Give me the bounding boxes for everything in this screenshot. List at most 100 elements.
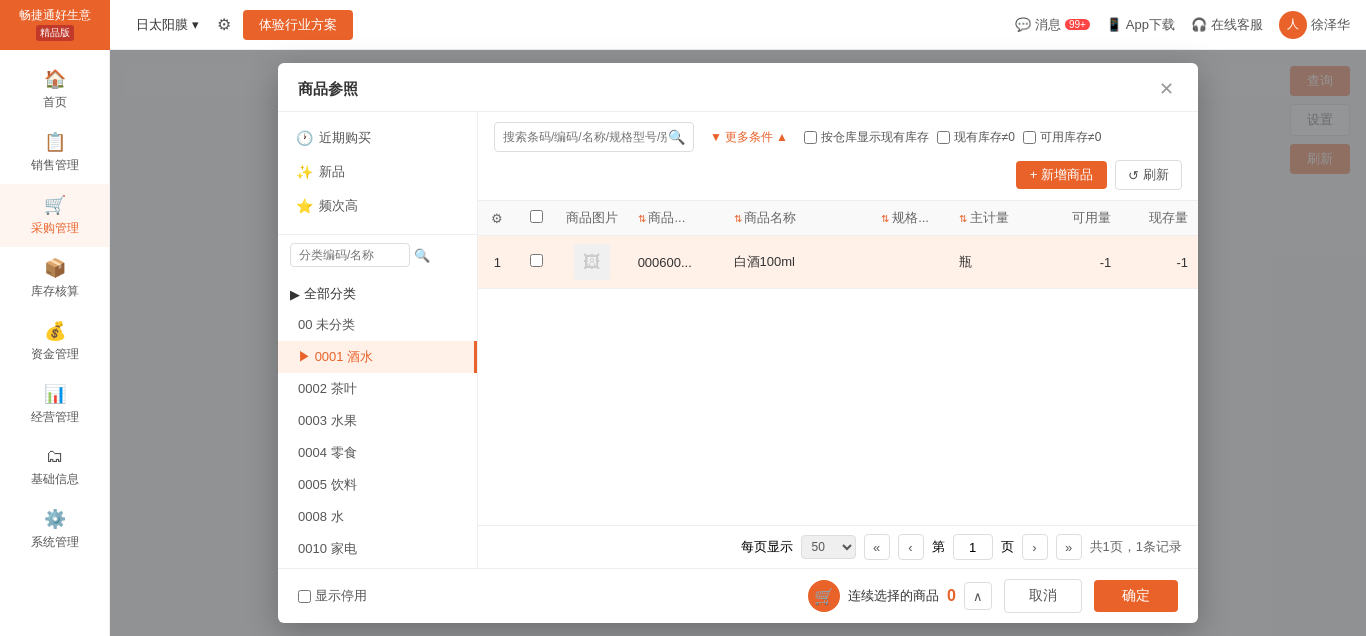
- sort-icon: ⇅: [959, 213, 970, 224]
- select-all-checkbox[interactable]: [530, 210, 543, 223]
- page-label: 第: [932, 538, 945, 556]
- category-label: 0005 饮料: [298, 477, 357, 492]
- all-categories-label: 全部分类: [304, 285, 356, 303]
- first-page-button[interactable]: «: [864, 534, 890, 560]
- chevron-down-icon: ▾: [192, 17, 199, 32]
- show-disabled-checkbox[interactable]: 显示停用: [298, 587, 367, 605]
- warehouse-display-input[interactable]: [804, 131, 817, 144]
- col-header-available[interactable]: 可用量: [1028, 201, 1122, 236]
- refresh-icon: ↺: [1128, 168, 1139, 183]
- left-nav-frequent[interactable]: ⭐ 频次高: [286, 190, 469, 222]
- add-product-button[interactable]: + 新增商品: [1016, 161, 1107, 189]
- category-list: ▶ 全部分类 00 未分类 ▶ 0001 酒水 0002 茶叶: [278, 279, 477, 558]
- sidebar-item-operations[interactable]: 📊 经营管理: [0, 373, 109, 436]
- col-header-img[interactable]: 商品图片: [556, 201, 628, 236]
- col-header-code[interactable]: ⇅ 商品...: [628, 201, 724, 236]
- user-item[interactable]: 人 徐泽华: [1279, 11, 1350, 39]
- category-tea[interactable]: 0002 茶叶: [278, 373, 477, 405]
- left-nav-new[interactable]: ✨ 新品: [286, 156, 469, 188]
- existing-stock-input[interactable]: [937, 131, 950, 144]
- next-page-button[interactable]: ›: [1022, 534, 1048, 560]
- left-nav: 🕐 近期购买 ✨ 新品 ⭐ 频次高: [278, 122, 477, 222]
- notifications-label: 消息: [1035, 16, 1061, 34]
- row-checkbox-cell[interactable]: [517, 236, 556, 289]
- category-alcohol[interactable]: ▶ 0001 酒水: [278, 341, 477, 373]
- col-header-checkbox[interactable]: [517, 201, 556, 236]
- col-header-name[interactable]: ⇅ 商品名称: [724, 201, 872, 236]
- available-stock-checkbox[interactable]: 可用库存≠0: [1023, 129, 1101, 146]
- gear-icon[interactable]: ⚙: [217, 15, 231, 34]
- sidebar-item-finance[interactable]: 💰 资金管理: [0, 310, 109, 373]
- cart-icon-button[interactable]: 🛒: [808, 580, 840, 612]
- sidebar-item-label: 销售管理: [31, 157, 79, 174]
- modal-header: 商品参照 ✕: [278, 63, 1198, 112]
- cancel-button[interactable]: 取消: [1004, 579, 1082, 613]
- product-table: ⚙ 商品图片 ⇅ 商品...: [478, 201, 1198, 289]
- sidebar-item-inventory[interactable]: 📦 库存核算: [0, 247, 109, 310]
- prev-page-button[interactable]: ‹: [898, 534, 924, 560]
- last-page-button[interactable]: »: [1056, 534, 1082, 560]
- category-fruit[interactable]: 0003 水果: [278, 405, 477, 437]
- table-row[interactable]: 1 🖼 000600... 白酒100ml: [478, 236, 1198, 289]
- category-label: 0002 茶叶: [298, 381, 357, 396]
- search-input[interactable]: [503, 130, 668, 144]
- page-number-input[interactable]: [953, 534, 993, 560]
- category-snack[interactable]: 0004 零食: [278, 437, 477, 469]
- left-nav-recent[interactable]: 🕐 近期购买: [286, 122, 469, 154]
- nav-right: 💬 消息 99+ 📱 App下载 🎧 在线客服 人 徐泽华: [1015, 11, 1350, 39]
- sidebar-item-home[interactable]: 🏠 首页: [0, 58, 109, 121]
- category-water[interactable]: 0008 水: [278, 501, 477, 533]
- row-available: -1: [1028, 236, 1122, 289]
- confirm-button[interactable]: 确定: [1094, 580, 1178, 612]
- all-categories-title[interactable]: ▶ 全部分类: [278, 279, 477, 309]
- sidebar-item-purchase[interactable]: 🛒 采购管理: [0, 184, 109, 247]
- notifications-item[interactable]: 💬 消息 99+: [1015, 16, 1090, 34]
- sidebar-item-sales[interactable]: 📋 销售管理: [0, 121, 109, 184]
- app-download-label: App下载: [1126, 16, 1175, 34]
- modal-close-button[interactable]: ✕: [1154, 77, 1178, 101]
- collapse-cart-button[interactable]: ∧: [964, 582, 992, 610]
- home-icon: 🏠: [44, 68, 66, 90]
- left-nav-frequent-label: 频次高: [319, 197, 358, 215]
- cart-area: 🛒 连续选择的商品 0 ∧: [808, 580, 992, 612]
- row-checkbox[interactable]: [530, 254, 543, 267]
- page-size-select[interactable]: 50 10 20 100: [801, 535, 856, 559]
- logo-area[interactable]: 畅捷通好生意 精品版: [0, 0, 110, 50]
- store-selector[interactable]: 日太阳膜 ▾: [126, 12, 209, 38]
- sidebar-item-basic-info[interactable]: 🗂 基础信息: [0, 436, 109, 498]
- col-unit-label: 主计量: [970, 210, 1009, 225]
- table-header-row: ⚙ 商品图片 ⇅ 商品...: [478, 201, 1198, 236]
- warehouse-display-checkbox[interactable]: 按仓库显示现有库存: [804, 129, 929, 146]
- toolbar-right: + 新增商品 ↺ 刷新: [1016, 160, 1182, 190]
- filter-button[interactable]: ▼ 更多条件 ▲: [702, 125, 796, 150]
- col-code-label: 商品...: [648, 210, 685, 225]
- category-search-input[interactable]: [290, 243, 410, 267]
- finance-icon: 💰: [44, 320, 66, 342]
- refresh-button[interactable]: ↺ 刷新: [1115, 160, 1182, 190]
- app-download-item[interactable]: 📱 App下载: [1106, 16, 1175, 34]
- col-header-unit[interactable]: ⇅ 主计量: [949, 201, 1027, 236]
- experience-button[interactable]: 体验行业方案: [243, 10, 353, 40]
- sidebar-item-system[interactable]: ⚙️ 系统管理: [0, 498, 109, 561]
- category-appliance[interactable]: 0010 家电: [278, 533, 477, 558]
- category-label: 0004 零食: [298, 445, 357, 460]
- category-label: 0008 水: [298, 509, 344, 524]
- left-panel-divider: [278, 234, 477, 235]
- customer-service-item[interactable]: 🎧 在线客服: [1191, 16, 1263, 34]
- col-header-spec[interactable]: ⇅ 规格...: [871, 201, 949, 236]
- filter-icon: ▼: [710, 130, 722, 144]
- search-icon[interactable]: 🔍: [668, 129, 685, 145]
- existing-stock-checkbox[interactable]: 现有库存≠0: [937, 129, 1015, 146]
- col-header-stock[interactable]: 现存量: [1121, 201, 1198, 236]
- available-stock-input[interactable]: [1023, 131, 1036, 144]
- category-beverage[interactable]: 0005 饮料: [278, 469, 477, 501]
- col-header-settings[interactable]: ⚙: [478, 201, 517, 236]
- category-search-icon[interactable]: 🔍: [414, 248, 430, 263]
- logo-badge: 精品版: [36, 25, 74, 41]
- category-uncategorized[interactable]: 00 未分类: [278, 309, 477, 341]
- category-label: 0010 家电: [298, 541, 357, 556]
- clock-icon: 🕐: [296, 130, 313, 146]
- refresh-label: 刷新: [1143, 166, 1169, 184]
- row-unit: 瓶: [949, 236, 1027, 289]
- show-disabled-input[interactable]: [298, 590, 311, 603]
